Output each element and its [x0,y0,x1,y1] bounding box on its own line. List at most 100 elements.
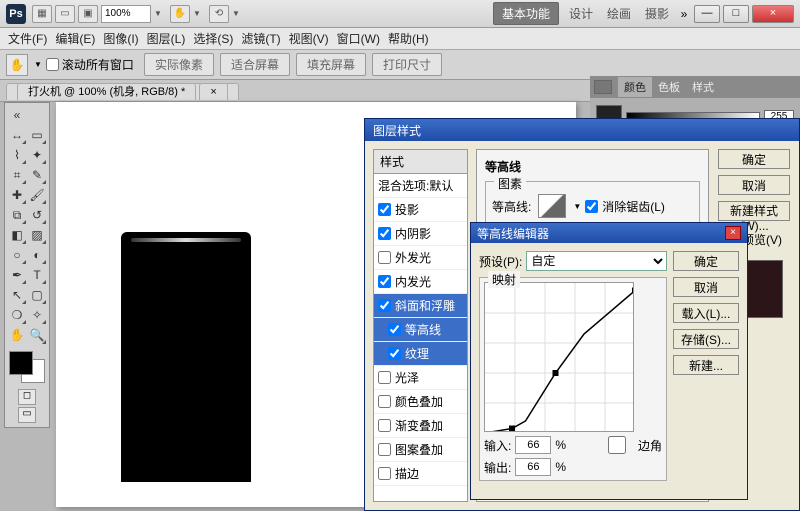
brush-tool[interactable]: 🖌 [27,185,47,205]
eraser-tool[interactable]: ◧ [7,225,27,245]
chk-pattern-overlay[interactable] [378,443,391,456]
menu-layer[interactable]: 图层(L) [143,28,190,49]
ce-save-button[interactable]: 存储(S)... [673,329,739,349]
panel-tab-styles[interactable]: 样式 [686,77,720,97]
input-field[interactable] [515,436,551,454]
antialias-checkbox[interactable] [585,200,598,213]
shape-tool[interactable]: ▢ [27,285,47,305]
print-size-button[interactable]: 打印尺寸 [372,53,442,76]
screen-mode-icon[interactable]: ▣ [78,5,98,23]
rotate-view-icon[interactable]: ⟲ [209,5,229,23]
menu-help[interactable]: 帮助(H) [384,28,433,49]
chk-outer-glow[interactable] [378,251,391,264]
corner-checkbox[interactable] [599,436,635,454]
style-item-color-overlay[interactable]: 颜色叠加 [374,390,467,414]
menu-window[interactable]: 窗口(W) [333,28,384,49]
chk-satin[interactable] [378,371,391,384]
chk-color-overlay[interactable] [378,395,391,408]
mapping-curve-graph[interactable] [484,282,634,432]
type-tool[interactable]: T [27,265,47,285]
ok-button[interactable]: 确定 [718,149,790,169]
hand-titlebar-icon[interactable]: ✋ [170,5,190,23]
zoom-tool[interactable]: 🔍 [27,325,47,345]
menu-file[interactable]: 文件(F) [4,28,51,49]
actual-pixels-button[interactable]: 实际像素 [144,53,214,76]
style-item-inner-shadow[interactable]: 内阴影 [374,222,467,246]
style-item-bevel[interactable]: 斜面和浮雕 [374,294,467,318]
workspace-tab-photo[interactable]: 摄影 [639,3,675,24]
ce-cancel-button[interactable]: 取消 [673,277,739,297]
eyedropper-tool[interactable]: ✎ [27,165,47,185]
zoom-dropdown-icon[interactable]: ▼ [154,9,164,18]
crop-tool[interactable]: ⌗ [7,165,27,185]
blur-tool[interactable]: ○ [7,245,27,265]
mini-bridge-icon[interactable]: ▦ [32,5,52,23]
window-minimize[interactable]: — [694,5,720,23]
panel-tab-color[interactable]: 颜色 [618,77,652,97]
window-maximize[interactable]: □ [723,5,749,23]
menu-image[interactable]: 图像(I) [99,28,142,49]
marquee-tool[interactable]: ▭ [27,125,47,145]
style-item-pattern-overlay[interactable]: 图案叠加 [374,438,467,462]
style-blend-options[interactable]: 混合选项:默认 [374,174,467,198]
style-item-gradient-overlay[interactable]: 渐变叠加 [374,414,467,438]
chk-inner-glow[interactable] [378,275,391,288]
move-tool[interactable]: ↔ [7,125,27,145]
3d-tool[interactable]: ❍ [7,305,27,325]
workspace-tab-design[interactable]: 设计 [563,3,599,24]
color-swatch[interactable] [7,349,47,385]
menu-view[interactable]: 视图(V) [285,28,333,49]
quick-mask-icon[interactable]: ◻ [18,389,36,405]
style-item-satin[interactable]: 光泽 [374,366,467,390]
workspace-tab-paint[interactable]: 绘画 [601,3,637,24]
lasso-tool[interactable]: ⌇ [7,145,27,165]
zoom-level-field[interactable]: 100% [101,5,151,23]
chk-stroke[interactable] [378,467,391,480]
panel-icon[interactable] [594,80,612,94]
chk-bevel[interactable] [378,299,391,312]
dodge-tool[interactable]: ◐ [27,245,47,265]
pen-tool[interactable]: ✒ [7,265,27,285]
menu-filter[interactable]: 滤镜(T) [237,28,284,49]
ce-new-button[interactable]: 新建... [673,355,739,375]
style-item-stroke[interactable]: 描边 [374,462,467,486]
arrange-icon[interactable]: ▭ [55,5,75,23]
history-brush-tool[interactable]: ↺ [27,205,47,225]
workspace-more-icon[interactable]: » [677,7,691,21]
preset-select[interactable]: 自定 [526,251,667,271]
path-select-tool[interactable]: ↖ [7,285,27,305]
stamp-tool[interactable]: ⧉ [7,205,27,225]
style-item-inner-glow[interactable]: 内发光 [374,270,467,294]
document-close[interactable]: × [199,83,227,100]
menu-edit[interactable]: 编辑(E) [51,28,99,49]
cancel-button[interactable]: 取消 [718,175,790,195]
document-tab[interactable]: 打火机 @ 100% (机身, RGB/8) * × [6,83,239,100]
gradient-tool[interactable]: ▨ [27,225,47,245]
chk-gradient-overlay[interactable] [378,419,391,432]
fill-screen-button[interactable]: 填充屏幕 [296,53,366,76]
heal-tool[interactable]: ✚ [7,185,27,205]
collapse-icon[interactable]: « [7,105,27,125]
panel-tab-swatches[interactable]: 色板 [652,77,686,97]
contour-editor-close[interactable]: × [725,226,741,240]
style-item-texture[interactable]: 纹理 [374,342,467,366]
workspace-basic-button[interactable]: 基本功能 [493,2,559,25]
3d-camera-tool[interactable]: ✧ [27,305,47,325]
wand-tool[interactable]: ✦ [27,145,47,165]
contour-dropdown-icon[interactable]: ▼ [573,202,581,211]
chk-inner-shadow[interactable] [378,227,391,240]
hand-tool[interactable]: ✋ [7,325,27,345]
ce-ok-button[interactable]: 确定 [673,251,739,271]
ce-load-button[interactable]: 载入(L)... [673,303,739,323]
chk-drop-shadow[interactable] [378,203,391,216]
style-item-outer-glow[interactable]: 外发光 [374,246,467,270]
chk-texture[interactable] [388,347,401,360]
chk-contour[interactable] [388,323,401,336]
hand-tool-icon[interactable]: ✋ [6,54,28,76]
style-item-drop-shadow[interactable]: 投影 [374,198,467,222]
menu-select[interactable]: 选择(S) [189,28,237,49]
new-style-button[interactable]: 新建样式(W)... [718,201,790,221]
style-item-contour[interactable]: 等高线 [374,318,467,342]
window-close[interactable]: × [752,5,794,23]
fit-screen-button[interactable]: 适合屏幕 [220,53,290,76]
